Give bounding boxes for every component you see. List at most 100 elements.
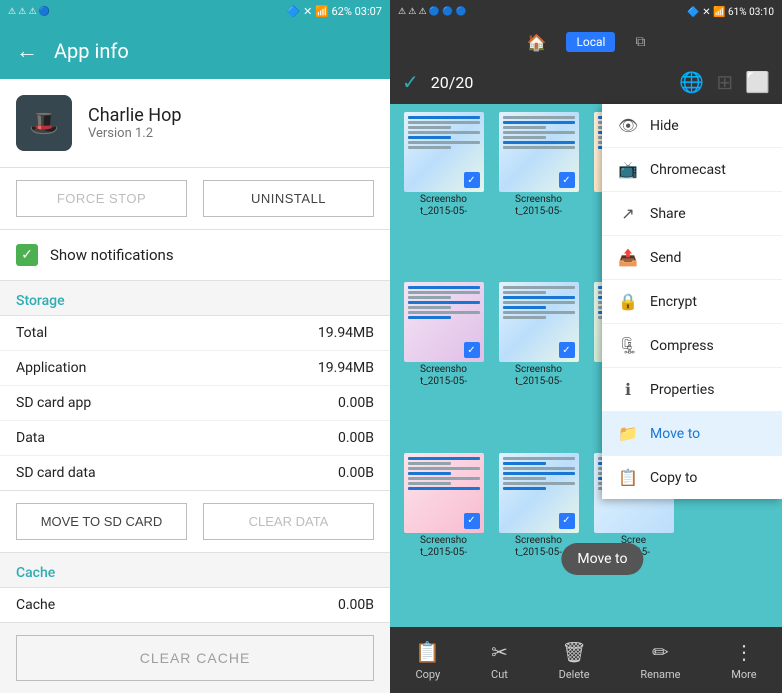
storage-buttons: MOVE TO SD CARD CLEAR DATA [0,491,390,553]
toolbar-more[interactable]: ⋮ More [731,640,756,681]
storage-label-application: Application [16,360,86,376]
storage-value-data: 0.00B [338,430,374,446]
file-item[interactable]: ✓ Screenshot_2015-05- [398,112,489,278]
delete-icon: 🗑 [561,640,586,664]
file-item[interactable]: ✓ Screenshot_2015-05- [493,282,584,448]
file-name: Screenshot_2015-05- [515,535,562,559]
menu-label-properties: Properties [650,382,714,398]
storage-row-total: Total 19.94MB [0,316,390,351]
file-item[interactable]: ✓ Screenshot_2015-05- [398,453,489,619]
storage-label-sdcard-app: SD card app [16,395,91,411]
menu-item-compress[interactable]: 🗜 Compress [602,324,782,368]
copy-nav-icon[interactable]: ⧉ [635,34,645,50]
file-item[interactable]: ✓ Screenshot_2015-05- [398,282,489,448]
storage-value-total: 19.94MB [318,325,374,341]
compress-icon: 🗜 [618,336,638,355]
toolbar-delete[interactable]: 🗑 Delete [559,640,590,681]
move-to-icon: 📁 [618,424,638,443]
more-icon: ⋮ [734,640,754,664]
toolbar-cut[interactable]: ✂ Cut [491,640,508,681]
action-buttons: FORCE STOP UNINSTALL [0,168,390,230]
file-check: ✓ [559,513,575,529]
app-details: Charlie Hop Version 1.2 [88,105,182,141]
status-bar-right: ⚠ ⚠ ⚠ 🔵 🔵 🔵 🔷 ✕ 📶 61% 03:10 [390,0,782,24]
clear-cache-button[interactable]: CLEAR CACHE [16,635,374,681]
menu-item-move-to[interactable]: 📁 Move to [602,412,782,456]
toolbar-cut-label: Cut [491,668,508,681]
select-all-icon[interactable]: ⬜ [745,70,770,94]
back-button[interactable]: ← [16,38,38,64]
notification-label: Show notifications [50,246,174,264]
file-thumbnail: ✓ [404,453,484,533]
menu-item-properties[interactable]: ℹ Properties [602,368,782,412]
menu-item-send[interactable]: 📤 Send [602,236,782,280]
notification-row[interactable]: ✓ Show notifications [0,230,390,281]
move-to-sd-button[interactable]: MOVE TO SD CARD [16,503,187,540]
cache-label: Cache [16,597,55,613]
toolbar-copy-label: Copy [415,668,440,681]
file-thumbnail: ✓ [499,282,579,362]
header-bar: ← App info [0,24,390,79]
menu-item-chromecast[interactable]: 📺 Chromecast [602,148,782,192]
menu-label-move-to: Move to [650,426,700,442]
toolbar-rename[interactable]: ✏ Rename [640,640,680,681]
storage-value-application: 19.94MB [318,360,374,376]
status-time-right: 🔷 ✕ 📶 61% 03:10 [687,7,774,18]
app-icon-symbol: 🎩 [29,109,59,137]
selection-count: 20/20 [431,73,668,92]
app-name: Charlie Hop [88,105,182,126]
copy-icon: 📋 [415,640,440,664]
storage-table: Total 19.94MB Application 19.94MB SD car… [0,315,390,491]
status-bar-left: ⚠ ⚠ ⚠ 🔵 🔷 ✕ 📶 62% 03:07 [0,0,390,24]
force-stop-button[interactable]: FORCE STOP [16,180,187,217]
status-warnings-left: ⚠ ⚠ ⚠ 🔵 [8,7,50,17]
app-icon: 🎩 [16,95,72,151]
globe-icon[interactable]: 🌐 [679,70,704,94]
right-panel: ⚠ ⚠ ⚠ 🔵 🔵 🔵 🔷 ✕ 📶 61% 03:10 🏠 Local ⧉ ✓ … [390,0,782,693]
chromecast-icon: 📺 [618,160,638,179]
clear-data-button[interactable]: CLEAR DATA [203,503,374,540]
file-name: Screenshot_2015-05- [515,194,562,218]
file-name: Screenshot_2015-05- [420,364,467,388]
file-name: Screenshot_2015-05- [420,194,467,218]
rename-icon: ✏ [652,640,669,664]
check-icon[interactable]: ✓ [402,70,419,94]
file-check: ✓ [464,513,480,529]
file-item[interactable]: ✓ Screenshot_2015-05- [493,112,584,278]
storage-label-total: Total [16,325,47,341]
storage-row-application: Application 19.94MB [0,351,390,386]
selection-bar: ✓ 20/20 🌐 ⊞ ⬜ [390,60,782,104]
file-thumbnail: ✓ [404,112,484,192]
toolbar-delete-label: Delete [559,668,590,681]
local-button[interactable]: Local [566,32,615,52]
menu-label-share: Share [650,206,686,222]
grid-icon[interactable]: ⊞ [716,70,733,94]
cut-icon: ✂ [491,640,508,664]
file-name: Screenshot_2015-05- [515,364,562,388]
copy-to-icon: 📋 [618,468,638,487]
send-icon: 📤 [618,248,638,267]
bottom-toolbar: 📋 Copy ✂ Cut 🗑 Delete ✏ Rename ⋮ More [390,627,782,693]
menu-label-chromecast: Chromecast [650,162,726,178]
toolbar-copy[interactable]: 📋 Copy [415,640,440,681]
uninstall-button[interactable]: UNINSTALL [203,180,374,217]
storage-row-data: Data 0.00B [0,421,390,456]
menu-item-encrypt[interactable]: 🔒 Encrypt [602,280,782,324]
share-icon: ↗ [618,204,638,223]
top-nav: 🏠 Local ⧉ [390,24,782,60]
storage-section-header: Storage [0,281,390,315]
home-icon[interactable]: 🏠 [527,33,547,52]
menu-item-copy-to[interactable]: 📋 Copy to [602,456,782,499]
menu-item-hide[interactable]: 👁 Hide [602,104,782,148]
notification-checkbox[interactable]: ✓ [16,244,38,266]
menu-item-share[interactable]: ↗ Share [602,192,782,236]
file-check: ✓ [464,172,480,188]
app-info-section: 🎩 Charlie Hop Version 1.2 [0,79,390,168]
file-name: Screenshot_2015-05- [420,535,467,559]
cache-value: 0.00B [338,597,374,613]
page-title: App info [54,39,129,63]
file-check: ✓ [464,342,480,358]
cache-section-header: Cache [0,553,390,587]
toolbar-rename-label: Rename [640,668,680,681]
file-item[interactable]: ✓ Screenshot_2015-05- [493,453,584,619]
